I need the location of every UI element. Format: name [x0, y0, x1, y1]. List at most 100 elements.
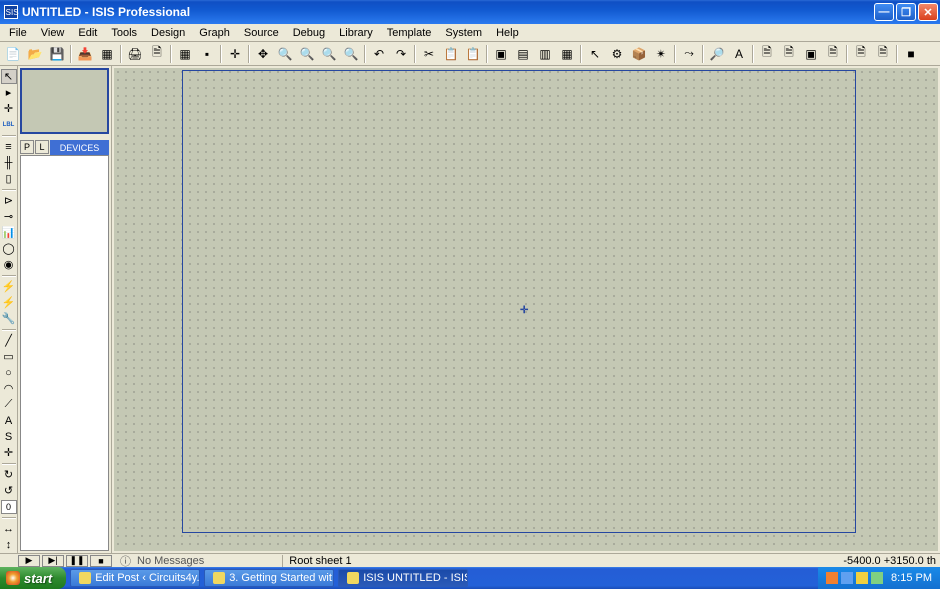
- zoom-out-button[interactable]: 🔍: [297, 44, 317, 64]
- search-button[interactable]: 🔎: [707, 44, 727, 64]
- block-rotate-button[interactable]: ▥: [535, 44, 555, 64]
- system-tray[interactable]: 8:15 PM: [818, 567, 940, 589]
- preview-window[interactable]: [20, 68, 109, 134]
- bom-button[interactable]: 🗎: [823, 44, 843, 64]
- menu-edit[interactable]: Edit: [71, 26, 104, 40]
- paste-button[interactable]: 📋: [463, 44, 483, 64]
- mirror-y-tool[interactable]: ↕: [1, 538, 17, 552]
- origin-button[interactable]: ✛: [225, 44, 245, 64]
- text-script-tool[interactable]: ≡: [1, 140, 17, 154]
- rot-cw-tool[interactable]: ↻: [1, 468, 17, 482]
- menu-help[interactable]: Help: [489, 26, 526, 40]
- generator-tool[interactable]: ◉: [1, 258, 17, 272]
- tray-icon[interactable]: [826, 572, 838, 584]
- taskbar-item-chrome[interactable]: Edit Post ‹ Circuits4y...: [70, 569, 200, 587]
- tray-icon[interactable]: [841, 572, 853, 584]
- component-tool[interactable]: ▸: [1, 86, 17, 100]
- menu-graph[interactable]: Graph: [192, 26, 237, 40]
- voltage-probe-tool[interactable]: ⚡: [1, 280, 17, 294]
- netlist-ares-button[interactable]: ▣: [801, 44, 821, 64]
- block-delete-button[interactable]: ▦: [557, 44, 577, 64]
- cut-button[interactable]: ✂: [419, 44, 439, 64]
- symbol-tool[interactable]: S: [1, 430, 17, 444]
- device-list[interactable]: [20, 155, 109, 551]
- device-pin-tool[interactable]: ⊸: [1, 210, 17, 224]
- decompose-button[interactable]: ✴: [651, 44, 671, 64]
- 2d-line-tool[interactable]: ╱: [1, 334, 17, 348]
- new-sheet-button[interactable]: 🗎: [851, 44, 871, 64]
- menu-source[interactable]: Source: [237, 26, 286, 40]
- close-button[interactable]: ✕: [918, 3, 938, 21]
- minimize-button[interactable]: —: [874, 3, 894, 21]
- 2d-path-tool[interactable]: ⟋: [1, 398, 17, 412]
- zoom-all-button[interactable]: 🔍: [319, 44, 339, 64]
- make-device-button[interactable]: ⚙: [607, 44, 627, 64]
- menu-design[interactable]: Design: [144, 26, 192, 40]
- taskbar-item-folder[interactable]: 3. Getting Started wit...: [204, 569, 334, 587]
- help-red-button[interactable]: ■: [901, 44, 921, 64]
- play-button[interactable]: ▶: [18, 555, 40, 567]
- terminal-tool[interactable]: ⊳: [1, 194, 17, 208]
- device-header: P L DEVICES: [20, 140, 109, 155]
- library-button[interactable]: L: [35, 140, 49, 154]
- wire-label-tool[interactable]: LBL: [1, 118, 17, 132]
- block-copy-button[interactable]: ▣: [491, 44, 511, 64]
- junction-tool[interactable]: ✛: [1, 102, 17, 116]
- virtual-inst-tool[interactable]: 🔧: [1, 312, 17, 326]
- undo-button[interactable]: ↶: [369, 44, 389, 64]
- block-move-button[interactable]: ▤: [513, 44, 533, 64]
- maximize-button[interactable]: ❐: [896, 3, 916, 21]
- remove-sheet-button[interactable]: 🗎: [873, 44, 893, 64]
- angle-tool[interactable]: 0: [1, 500, 17, 514]
- 2d-box-tool[interactable]: ▭: [1, 350, 17, 364]
- menu-file[interactable]: File: [2, 26, 34, 40]
- area-sel-button[interactable]: ▦: [97, 44, 117, 64]
- pan-button[interactable]: ✥: [253, 44, 273, 64]
- stop-button[interactable]: ■: [90, 555, 112, 567]
- packaging-button[interactable]: 📦: [629, 44, 649, 64]
- tape-tool[interactable]: ◯: [1, 242, 17, 256]
- print-button[interactable]: 🖨: [125, 44, 145, 64]
- menu-view[interactable]: View: [34, 26, 72, 40]
- grid-fine-button[interactable]: ▪: [197, 44, 217, 64]
- schematic-canvas[interactable]: ✛: [114, 68, 938, 551]
- subcircuit-tool[interactable]: ▯: [1, 172, 17, 186]
- step-button[interactable]: ▶|: [42, 555, 64, 567]
- tray-icon[interactable]: [856, 572, 868, 584]
- copy-button[interactable]: 📋: [441, 44, 461, 64]
- import-button[interactable]: 📥: [75, 44, 95, 64]
- save-button[interactable]: 💾: [47, 44, 67, 64]
- start-button[interactable]: start: [0, 567, 66, 589]
- open-button[interactable]: 📂: [25, 44, 45, 64]
- menu-library[interactable]: Library: [332, 26, 380, 40]
- marker-tool[interactable]: ✛: [1, 446, 17, 460]
- property-button[interactable]: A: [729, 44, 749, 64]
- 2d-circle-tool[interactable]: ○: [1, 366, 17, 380]
- erc-button[interactable]: 🗎: [779, 44, 799, 64]
- menu-tools[interactable]: Tools: [104, 26, 144, 40]
- graph-tool[interactable]: 📊: [1, 226, 17, 240]
- menu-debug[interactable]: Debug: [286, 26, 332, 40]
- wire-autoroute-button[interactable]: ⤳: [679, 44, 699, 64]
- redo-button[interactable]: ↷: [391, 44, 411, 64]
- menu-template[interactable]: Template: [380, 26, 439, 40]
- tray-icon[interactable]: [871, 572, 883, 584]
- zoom-area-button[interactable]: 🔍: [341, 44, 361, 64]
- current-probe-tool[interactable]: ⚡: [1, 296, 17, 310]
- 2d-arc-tool[interactable]: ◠: [1, 382, 17, 396]
- 2d-text-tool[interactable]: A: [1, 414, 17, 428]
- pick-button[interactable]: ↖: [585, 44, 605, 64]
- taskbar-item-isis[interactable]: ISIS UNTITLED - ISIS Prof...: [338, 569, 468, 587]
- grid-toggle-button[interactable]: ▦: [175, 44, 195, 64]
- zoom-in-button[interactable]: 🔍: [275, 44, 295, 64]
- selection-tool[interactable]: ↖: [1, 69, 17, 84]
- pause-button[interactable]: ❚❚: [66, 555, 88, 567]
- print-area-button[interactable]: 🗎: [147, 44, 167, 64]
- new-netlist-button[interactable]: 🗎: [757, 44, 777, 64]
- pick-device-button[interactable]: P: [20, 140, 34, 154]
- bus-tool[interactable]: ╫: [1, 156, 17, 170]
- menu-system[interactable]: System: [438, 26, 489, 40]
- rot-ccw-tool[interactable]: ↺: [1, 484, 17, 498]
- new-button[interactable]: 📄: [3, 44, 23, 64]
- mirror-x-tool[interactable]: ↔: [1, 522, 17, 536]
